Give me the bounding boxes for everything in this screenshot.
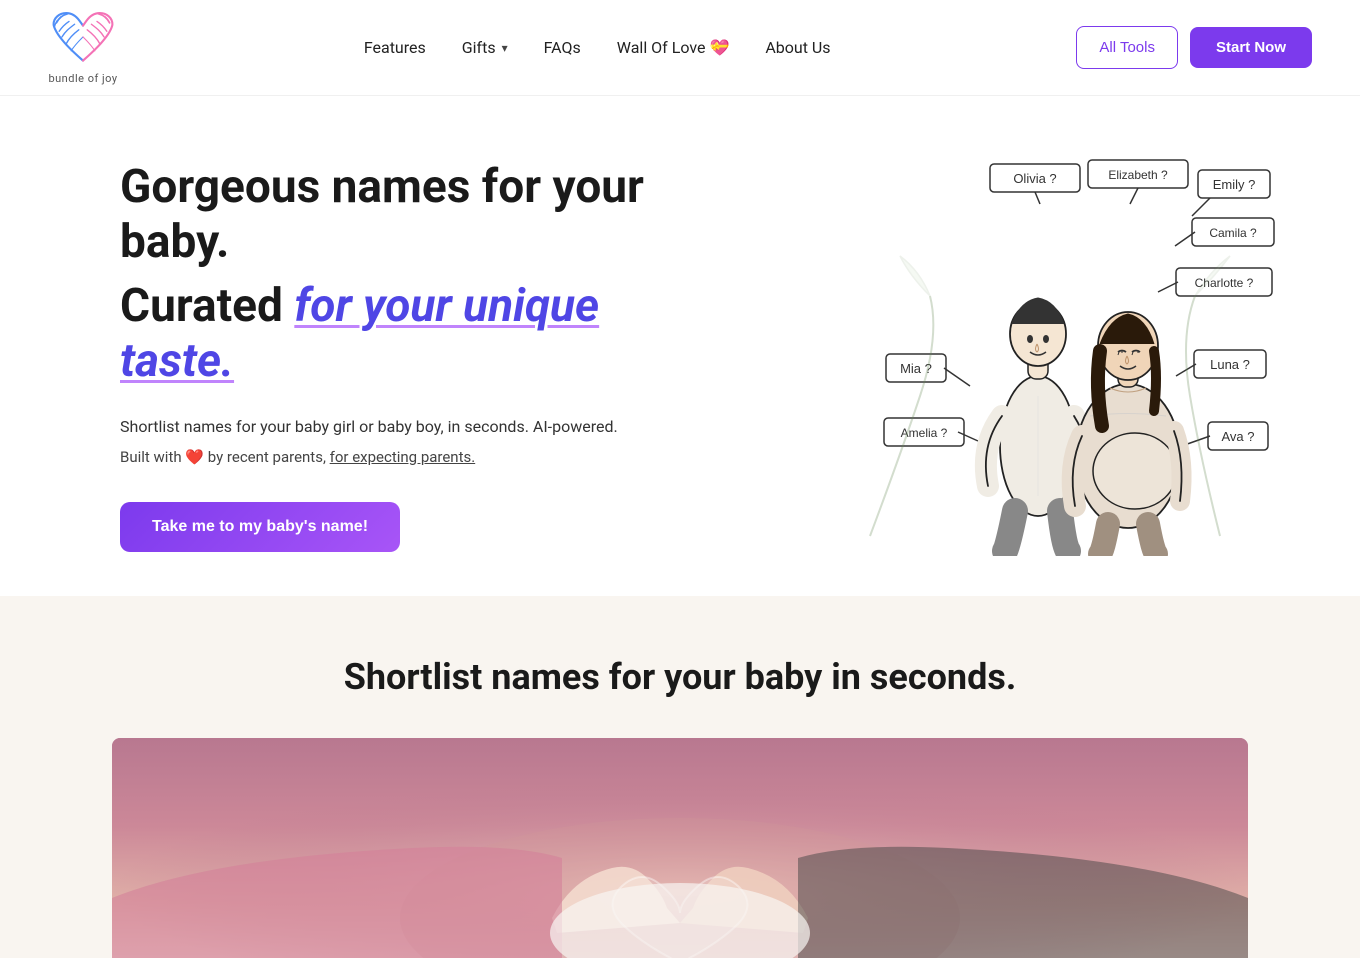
navigation: bundle of joy Features Gifts ▾ FAQs Wall… xyxy=(0,0,1360,96)
hero-built-with: Built with ❤️ by recent parents, for exp… xyxy=(120,448,700,466)
nav-faqs[interactable]: FAQs xyxy=(544,38,581,57)
pregnant-couple-image xyxy=(112,738,1248,958)
nav-features[interactable]: Features xyxy=(364,38,426,57)
name-bubble-camila: Camila ? xyxy=(1175,218,1274,246)
nav-wall-of-love[interactable]: Wall Of Love 💝 xyxy=(617,38,730,57)
chevron-down-icon: ▾ xyxy=(502,41,508,55)
name-bubble-elizabeth: Elizabeth ? xyxy=(1088,160,1188,204)
section-names-title: Shortlist names for your baby in seconds… xyxy=(48,656,1312,698)
hero-section: Gorgeous names for your baby. Curated fo… xyxy=(0,96,1360,596)
hero-title-line2: Curated for your unique taste. xyxy=(120,279,700,389)
logo-heart-icon xyxy=(48,10,118,70)
section-names: Shortlist names for your baby in seconds… xyxy=(0,596,1360,958)
nav-actions: All Tools Start Now xyxy=(1076,26,1312,69)
name-bubble-olivia: Olivia ? xyxy=(990,164,1080,204)
svg-text:Camila ?: Camila ? xyxy=(1209,226,1257,240)
logo-label: bundle of joy xyxy=(48,72,117,85)
nav-gifts[interactable]: Gifts ▾ xyxy=(462,38,508,57)
hero-content: Gorgeous names for your baby. Curated fo… xyxy=(120,160,700,552)
expecting-parents-link[interactable]: for expecting parents. xyxy=(330,448,476,466)
logo[interactable]: bundle of joy xyxy=(48,10,118,85)
name-bubble-ava: Ava ? xyxy=(1176,422,1268,450)
hero-image-container xyxy=(112,738,1248,958)
start-now-button[interactable]: Start Now xyxy=(1190,27,1312,68)
take-me-button[interactable]: Take me to my baby's name! xyxy=(120,502,400,552)
nav-links: Features Gifts ▾ FAQs Wall Of Love 💝 Abo… xyxy=(364,38,831,57)
svg-text:Olivia ?: Olivia ? xyxy=(1013,171,1056,186)
svg-text:Emily ?: Emily ? xyxy=(1213,177,1256,192)
hero-illustration: Olivia ? Elizabeth ? Emily ? Camila ? xyxy=(840,156,1280,556)
name-bubble-emily: Emily ? xyxy=(1192,170,1270,216)
name-bubble-amelia: Amelia ? xyxy=(884,418,978,446)
all-tools-button[interactable]: All Tools xyxy=(1076,26,1178,69)
svg-text:Luna ?: Luna ? xyxy=(1210,357,1250,372)
svg-text:Ava ?: Ava ? xyxy=(1221,429,1254,444)
hero-subtitle: Shortlist names for your baby girl or ba… xyxy=(120,417,700,436)
name-bubble-luna: Luna ? xyxy=(1176,350,1266,378)
heart-emoji: ❤️ xyxy=(185,448,204,466)
hero-curated-prefix: Curated xyxy=(120,279,294,333)
nav-about-us[interactable]: About Us xyxy=(765,38,830,57)
couple-illustration: Olivia ? Elizabeth ? Emily ? Camila ? xyxy=(840,156,1280,556)
svg-text:Elizabeth ?: Elizabeth ? xyxy=(1108,168,1168,182)
hero-title-line1: Gorgeous names for your baby. xyxy=(120,160,700,270)
